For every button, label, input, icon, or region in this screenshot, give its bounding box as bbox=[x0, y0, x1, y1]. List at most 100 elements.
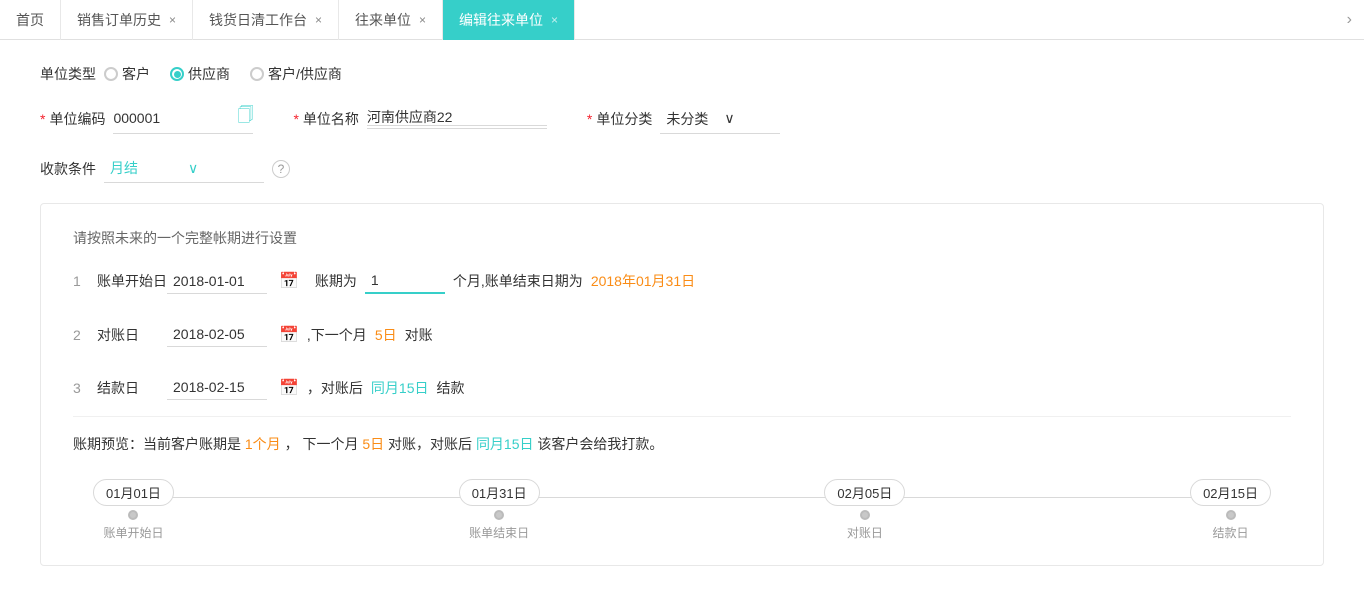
timeline-dot-1 bbox=[128, 510, 138, 520]
tab-edit-partner-unit[interactable]: 编辑往来单位 × bbox=[443, 0, 575, 40]
radio-supplier[interactable]: 供应商 bbox=[170, 64, 230, 84]
unit-name-group: * 单位名称 bbox=[293, 109, 546, 129]
row-number-2: 2 bbox=[73, 327, 97, 343]
tab-label-partner-unit: 往来单位 bbox=[355, 10, 411, 30]
row-label-3: 结款日 bbox=[97, 378, 167, 398]
tab-partner-unit[interactable]: 往来单位 × bbox=[339, 0, 443, 40]
unit-code-input-wrap: 🗍 bbox=[113, 104, 253, 134]
radio-circle-customer-supplier bbox=[250, 67, 264, 81]
payment-terms-row: 收款条件 月结 ∨ ? bbox=[40, 154, 1324, 183]
required-star-code: * bbox=[40, 111, 45, 127]
reconcile-date-input[interactable] bbox=[167, 322, 267, 347]
row-value-1: 📅 账期为 个月,账单结束日期为 2018年01月31日 bbox=[167, 268, 695, 294]
row-label-2: 对账日 bbox=[97, 325, 167, 345]
radio-customer-supplier[interactable]: 客户/供应商 bbox=[250, 64, 342, 84]
setting-row-2: 2 对账日 📅 ,下一个月 5日 对账 bbox=[73, 322, 1291, 347]
timeline-badge-4: 02月15日 bbox=[1190, 479, 1271, 506]
setting-row-3: 3 结款日 📅 ，对账后 同月15日 结款 bbox=[73, 375, 1291, 400]
preview-part2-highlight: 5日 bbox=[362, 436, 384, 452]
payment-terms-select[interactable]: 月结 ∨ bbox=[104, 154, 264, 183]
period-input[interactable] bbox=[365, 268, 445, 294]
unit-info-row: * 单位编码 🗍 * 单位名称 * 单位分类 未分类 ∨ bbox=[40, 104, 1324, 134]
row-value-2: 📅 ,下一个月 5日 对账 bbox=[167, 322, 433, 347]
radio-circle-supplier bbox=[170, 67, 184, 81]
row-value-3: 📅 ，对账后 同月15日 结款 bbox=[167, 375, 465, 400]
unit-category-select[interactable]: 未分类 ∨ bbox=[660, 105, 780, 134]
row-number-1: 1 bbox=[73, 273, 97, 289]
payment-terms-arrow: ∨ bbox=[188, 160, 258, 177]
radio-label-supplier: 供应商 bbox=[188, 64, 230, 84]
row-number-3: 3 bbox=[73, 380, 97, 396]
timeline-dot-4 bbox=[1226, 510, 1236, 520]
unit-type-label: 单位类型 bbox=[40, 64, 96, 84]
tab-home[interactable]: 首页 bbox=[0, 0, 61, 40]
radio-customer[interactable]: 客户 bbox=[104, 64, 150, 84]
tab-bar: 首页 销售订单历史 × 钱货日清工作台 × 往来单位 × 编辑往来单位 × › bbox=[0, 0, 1364, 40]
tab-label-cash-work: 钱货日清工作台 bbox=[209, 10, 307, 30]
tab-close-sales-order-history[interactable]: × bbox=[169, 13, 176, 27]
calendar-icon[interactable]: 🗍 bbox=[237, 104, 253, 131]
tab-cash-work[interactable]: 钱货日清工作台 × bbox=[193, 0, 339, 40]
unit-category-label: 单位分类 bbox=[596, 109, 652, 129]
preview-part1: 1个月 bbox=[245, 436, 281, 452]
required-star-cat: * bbox=[587, 111, 592, 127]
preview-part3-highlight: 同月15日 bbox=[476, 436, 534, 452]
timeline-points: 01月01日 账单开始日 01月31日 账单结束日 02月05日 对账日 02月… bbox=[93, 479, 1271, 541]
period-end-date: 2018年01月31日 bbox=[591, 271, 695, 291]
start-date-calendar-icon[interactable]: 📅 bbox=[279, 271, 299, 291]
tab-close-cash-work[interactable]: × bbox=[315, 13, 322, 27]
tab-scroll-arrow[interactable]: › bbox=[1335, 11, 1364, 29]
preview-text: 账期预览：当前客户账期是 1个月 ， 下一个月 5日 对账，对账后 同月15日 … bbox=[73, 433, 1291, 455]
reconcile-note-prefix: ,下一个月 bbox=[307, 325, 367, 345]
preview-part3-suffix: 该客户会给我打款。 bbox=[537, 436, 663, 452]
reconcile-note-highlight: 5日 bbox=[375, 325, 397, 345]
preview-part2-prefix: 下一个月 bbox=[302, 436, 358, 452]
settings-box-title: 请按照未来的一个完整帐期进行设置 bbox=[73, 228, 1291, 248]
preview-part2-suffix: 对账，对账后 bbox=[388, 436, 472, 452]
tab-close-edit-partner-unit[interactable]: × bbox=[551, 13, 558, 27]
period-for-label: 账期为 bbox=[315, 271, 357, 291]
payment-terms-value: 月结 bbox=[110, 158, 180, 178]
unit-name-input-wrap bbox=[367, 109, 547, 129]
help-icon[interactable]: ? bbox=[272, 160, 290, 178]
radio-circle-customer bbox=[104, 67, 118, 81]
tab-label-home: 首页 bbox=[16, 10, 44, 30]
unit-code-input[interactable] bbox=[113, 110, 233, 126]
timeline-label-2: 账单结束日 bbox=[469, 524, 529, 541]
tab-label-edit-partner-unit: 编辑往来单位 bbox=[459, 10, 543, 30]
timeline-label-1: 账单开始日 bbox=[103, 524, 163, 541]
timeline-point-2: 01月31日 账单结束日 bbox=[459, 479, 540, 541]
unit-name-input[interactable] bbox=[367, 109, 547, 126]
payment-date-input[interactable] bbox=[167, 375, 267, 400]
timeline-badge-2: 01月31日 bbox=[459, 479, 540, 506]
unit-code-label: 单位编码 bbox=[49, 109, 105, 129]
timeline: 01月01日 账单开始日 01月31日 账单结束日 02月05日 对账日 02月… bbox=[73, 479, 1291, 541]
unit-name-label: 单位名称 bbox=[303, 109, 359, 129]
required-star-name: * bbox=[293, 111, 298, 127]
main-content: 单位类型 客户 供应商 客户/供应商 * 单位编码 🗍 * 单位名称 * 单位分类 … bbox=[0, 40, 1364, 610]
start-date-input[interactable] bbox=[167, 269, 267, 294]
settings-box: 请按照未来的一个完整帐期进行设置 1 账单开始日 📅 账期为 个月,账单结束日期… bbox=[40, 203, 1324, 566]
timeline-point-1: 01月01日 账单开始日 bbox=[93, 479, 174, 541]
tab-label-sales-order-history: 销售订单历史 bbox=[77, 10, 161, 30]
timeline-label-4: 结款日 bbox=[1213, 524, 1249, 541]
preview-label: 账期预览：当前客户账期是 bbox=[73, 436, 241, 452]
tab-close-partner-unit[interactable]: × bbox=[419, 13, 426, 27]
timeline-label-3: 对账日 bbox=[847, 524, 883, 541]
radio-label-customer: 客户 bbox=[122, 64, 150, 84]
reconcile-date-calendar-icon[interactable]: 📅 bbox=[279, 325, 299, 345]
tab-sales-order-history[interactable]: 销售订单历史 × bbox=[61, 0, 193, 40]
preview-comma1: ， bbox=[285, 436, 299, 452]
payment-terms-label: 收款条件 bbox=[40, 159, 96, 179]
payment-note-suffix: 结款 bbox=[437, 378, 465, 398]
unit-category-value: 未分类 bbox=[666, 109, 716, 129]
timeline-badge-3: 02月05日 bbox=[824, 479, 905, 506]
payment-date-calendar-icon[interactable]: 📅 bbox=[279, 378, 299, 398]
timeline-point-3: 02月05日 对账日 bbox=[824, 479, 905, 541]
unit-category-arrow: ∨ bbox=[724, 110, 774, 127]
row-label-1: 账单开始日 bbox=[97, 271, 167, 291]
timeline-badge-1: 01月01日 bbox=[93, 479, 174, 506]
unit-type-radio-group: 客户 供应商 客户/供应商 bbox=[104, 64, 342, 84]
radio-label-customer-supplier: 客户/供应商 bbox=[268, 64, 342, 84]
timeline-dot-3 bbox=[860, 510, 870, 520]
